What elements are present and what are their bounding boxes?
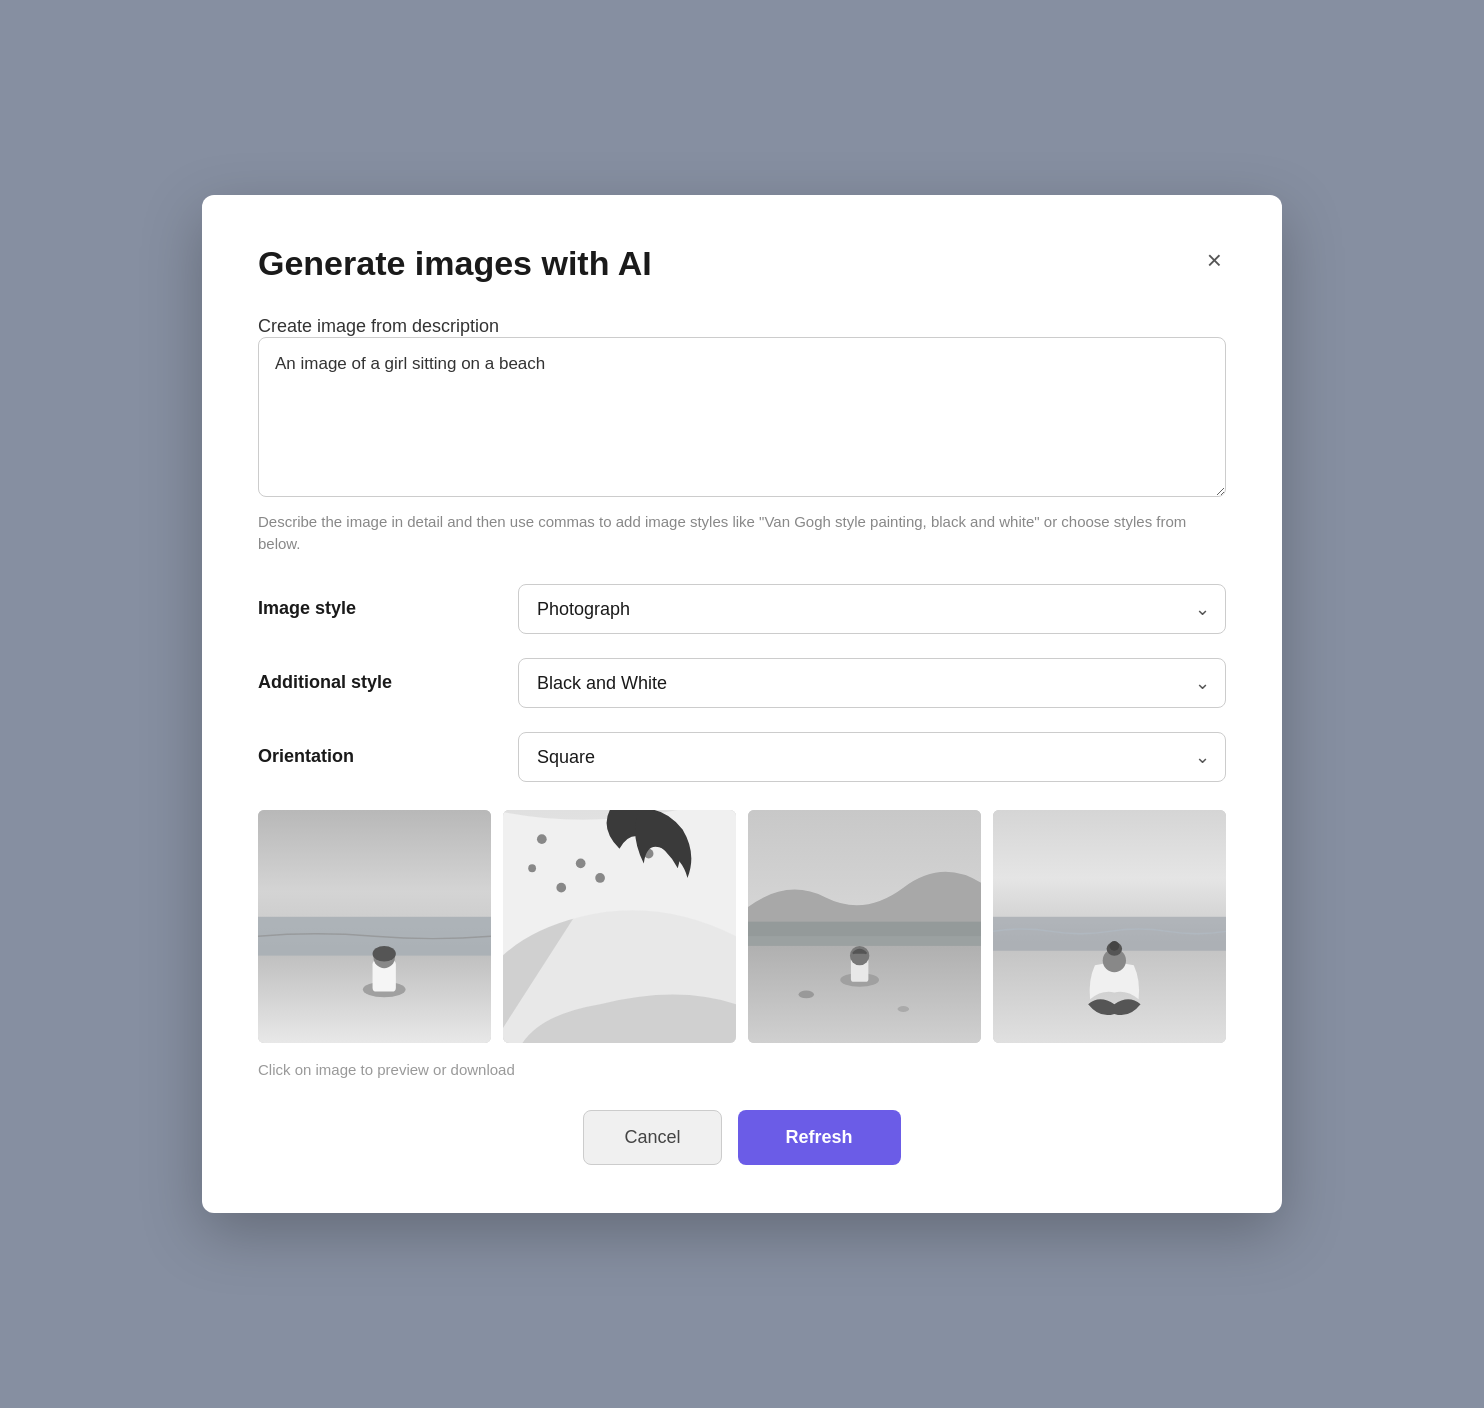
orientation-select[interactable]: Square Portrait Landscape (518, 732, 1226, 782)
click-hint: Click on image to preview or download (258, 1061, 1226, 1078)
svg-point-20 (898, 1006, 910, 1012)
hint-text: Describe the image in detail and then us… (258, 511, 1226, 556)
modal-dialog: Generate images with AI × Create image f… (202, 195, 1282, 1213)
image-style-row: Image style Photograph Painting Sketch D… (258, 584, 1226, 634)
modal-header: Generate images with AI × (258, 243, 1226, 284)
generated-image-1[interactable] (258, 810, 491, 1043)
additional-style-row: Additional style Black and White Sepia V… (258, 658, 1226, 708)
images-grid (258, 810, 1226, 1043)
svg-point-23 (850, 946, 869, 965)
additional-style-select[interactable]: Black and White Sepia Vintage Vibrant Ma… (518, 658, 1226, 708)
image-style-select-wrapper: Photograph Painting Sketch Digital Art I… (518, 584, 1226, 634)
svg-point-6 (373, 946, 396, 962)
generated-image-3[interactable] (748, 810, 981, 1043)
image-style-select[interactable]: Photograph Painting Sketch Digital Art I… (518, 584, 1226, 634)
svg-point-19 (798, 990, 814, 998)
image-style-label: Image style (258, 598, 518, 619)
svg-point-11 (556, 883, 566, 893)
additional-style-label: Additional style (258, 672, 518, 693)
modal-footer: Cancel Refresh (258, 1110, 1226, 1165)
modal-title: Generate images with AI (258, 243, 652, 284)
generated-image-4[interactable] (993, 810, 1226, 1043)
generated-image-2[interactable] (503, 810, 736, 1043)
modal-overlay: Generate images with AI × Create image f… (0, 0, 1484, 1408)
orientation-select-wrapper: Square Portrait Landscape ⌄ (518, 732, 1226, 782)
description-label: Create image from description (258, 316, 499, 336)
refresh-button[interactable]: Refresh (738, 1110, 901, 1165)
svg-point-14 (528, 864, 536, 872)
orientation-row: Orientation Square Portrait Landscape ⌄ (258, 732, 1226, 782)
additional-style-select-wrapper: Black and White Sepia Vintage Vibrant Ma… (518, 658, 1226, 708)
svg-point-29 (1110, 941, 1120, 951)
close-button[interactable]: × (1203, 243, 1226, 277)
description-textarea[interactable] (258, 337, 1226, 497)
cancel-button[interactable]: Cancel (583, 1110, 721, 1165)
svg-point-8 (537, 834, 547, 844)
svg-point-12 (595, 873, 605, 883)
svg-point-9 (576, 858, 586, 868)
orientation-label: Orientation (258, 746, 518, 767)
